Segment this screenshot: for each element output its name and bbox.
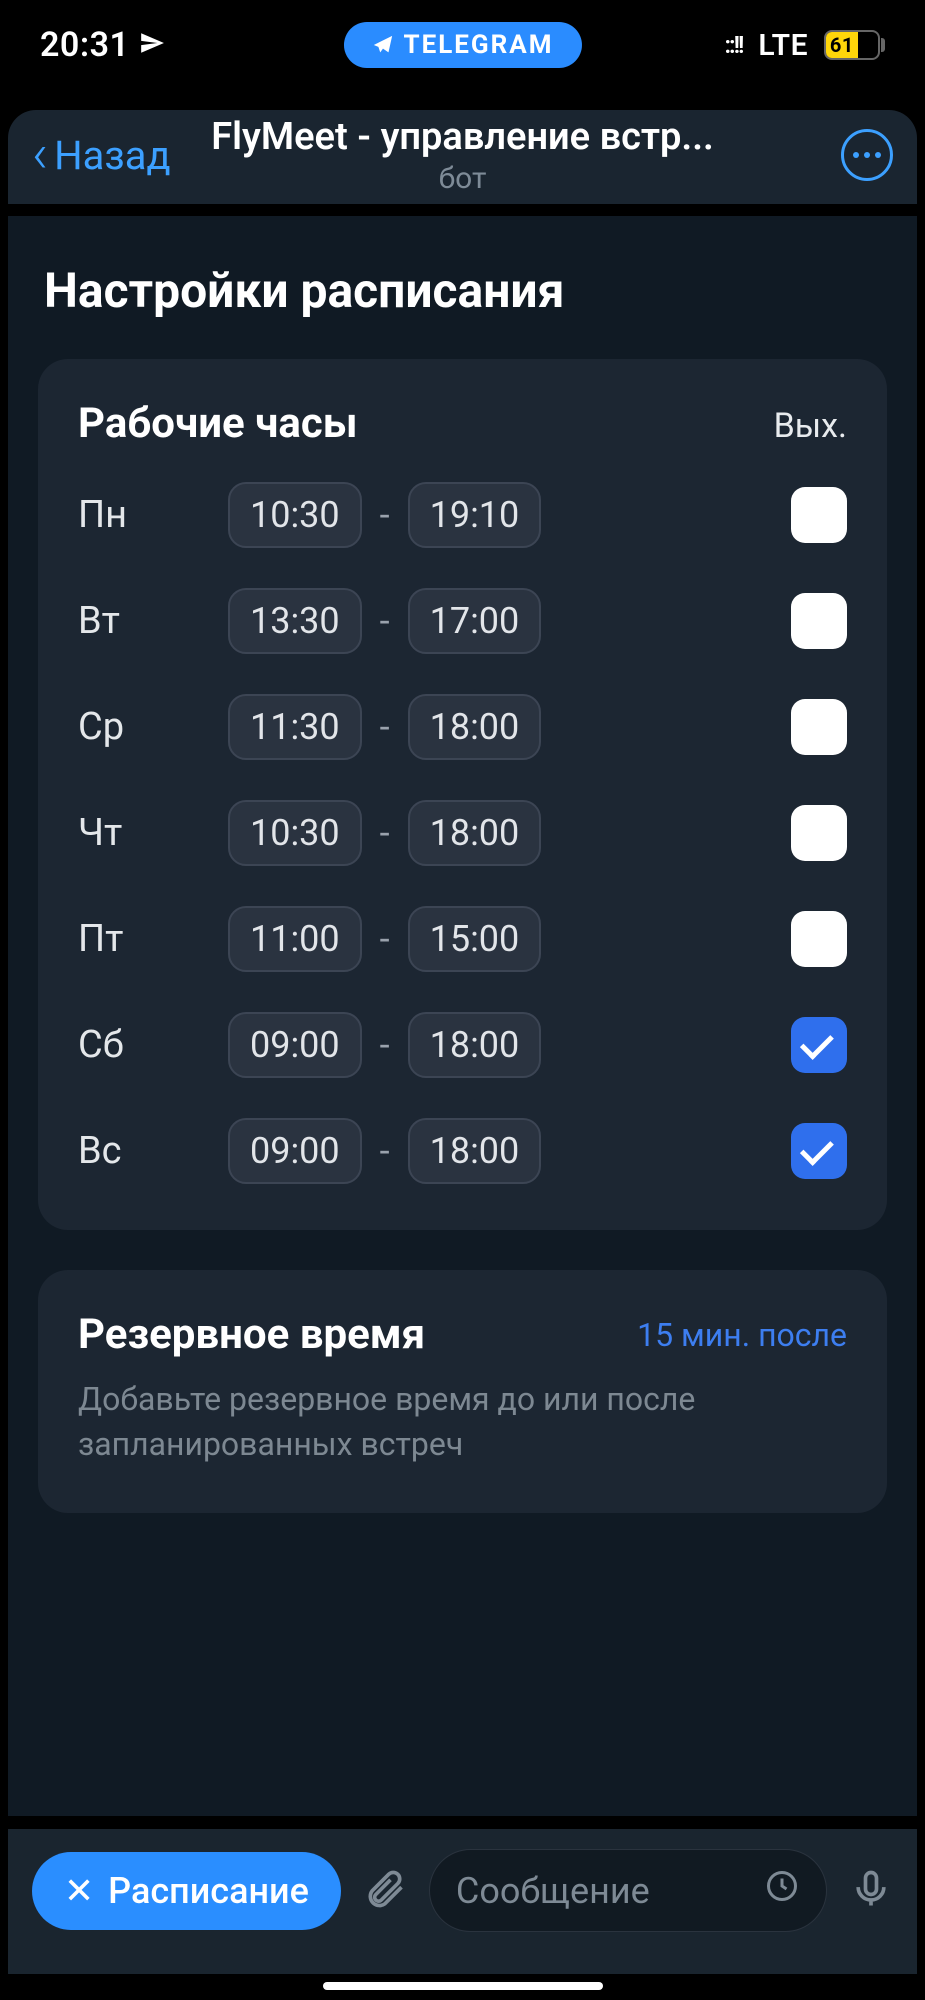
dayoff-checkbox[interactable] bbox=[791, 593, 847, 649]
status-bar: 20:31 TELEGRAM ::!! LTE 61 bbox=[0, 0, 925, 90]
telegram-icon bbox=[371, 34, 393, 56]
day-row: Пн10:30-19:10 bbox=[78, 482, 847, 548]
day-row: Вс09:00-18:00 bbox=[78, 1118, 847, 1184]
working-hours-title: Рабочие часы bbox=[78, 399, 358, 448]
battery-pct: 61 bbox=[826, 32, 858, 58]
home-indicator[interactable] bbox=[323, 1982, 603, 1990]
status-time: 20:31 bbox=[40, 25, 129, 65]
start-time-input[interactable]: 09:00 bbox=[228, 1012, 362, 1078]
time-range: 11:30-18:00 bbox=[228, 694, 541, 760]
day-row: Ср11:30-18:00 bbox=[78, 694, 847, 760]
time-range: 10:30-19:10 bbox=[228, 482, 541, 548]
time-range: 11:00-15:00 bbox=[228, 906, 541, 972]
chat-header: ‹ Назад FlyMeet - управление встр... бот bbox=[8, 110, 917, 204]
webview-content: Настройки расписания Рабочие часы Вых. П… bbox=[8, 216, 917, 1816]
back-button[interactable]: ‹ Назад bbox=[32, 128, 171, 182]
day-label: Вс bbox=[78, 1129, 228, 1173]
dayoff-column-label: Вых. bbox=[774, 406, 847, 446]
end-time-input[interactable]: 17:00 bbox=[408, 588, 542, 654]
start-time-input[interactable]: 09:00 bbox=[228, 1118, 362, 1184]
chevron-left-icon: ‹ bbox=[32, 128, 48, 182]
schedule-chip[interactable]: ✕ Расписание bbox=[32, 1852, 341, 1930]
end-time-input[interactable]: 19:10 bbox=[408, 482, 542, 548]
attach-icon[interactable] bbox=[363, 1867, 407, 1915]
chat-title: FlyMeet - управление встр... bbox=[211, 115, 714, 159]
input-bar: ✕ Расписание Сообщение bbox=[8, 1829, 917, 1974]
chat-subtitle: бот bbox=[211, 161, 714, 196]
dayoff-checkbox[interactable] bbox=[791, 1017, 847, 1073]
time-separator: - bbox=[380, 600, 390, 642]
dayoff-checkbox[interactable] bbox=[791, 699, 847, 755]
time-range: 09:00-18:00 bbox=[228, 1118, 541, 1184]
start-time-input[interactable]: 13:30 bbox=[228, 588, 362, 654]
buffer-description: Добавьте резервное время до или после за… bbox=[78, 1377, 847, 1467]
time-range: 10:30-18:00 bbox=[228, 800, 541, 866]
dayoff-checkbox[interactable] bbox=[791, 487, 847, 543]
end-time-input[interactable]: 15:00 bbox=[408, 906, 542, 972]
time-range: 09:00-18:00 bbox=[228, 1012, 541, 1078]
day-label: Пн bbox=[78, 493, 228, 537]
message-placeholder: Сообщение bbox=[456, 1870, 650, 1912]
end-time-input[interactable]: 18:00 bbox=[408, 1012, 542, 1078]
schedule-chip-label: Расписание bbox=[108, 1870, 309, 1912]
timer-icon[interactable] bbox=[764, 1868, 800, 1913]
check-icon bbox=[800, 1132, 834, 1166]
telegram-pill[interactable]: TELEGRAM bbox=[343, 22, 581, 68]
buffer-value[interactable]: 15 мин. после bbox=[637, 1316, 847, 1354]
back-label: Назад bbox=[54, 132, 171, 179]
time-separator: - bbox=[380, 494, 390, 536]
network-label: LTE bbox=[758, 28, 808, 63]
end-time-input[interactable]: 18:00 bbox=[408, 694, 542, 760]
day-label: Сб bbox=[78, 1023, 228, 1067]
start-time-input[interactable]: 10:30 bbox=[228, 482, 362, 548]
dayoff-checkbox[interactable] bbox=[791, 911, 847, 967]
end-time-input[interactable]: 18:00 bbox=[408, 800, 542, 866]
page-title: Настройки расписания bbox=[8, 262, 917, 359]
message-input[interactable]: Сообщение bbox=[429, 1849, 827, 1932]
day-row: Пт11:00-15:00 bbox=[78, 906, 847, 972]
day-row: Вт13:30-17:00 bbox=[78, 588, 847, 654]
day-label: Вт bbox=[78, 599, 228, 643]
status-time-group: 20:31 bbox=[40, 25, 165, 65]
time-separator: - bbox=[380, 918, 390, 960]
telegram-pill-label: TELEGRAM bbox=[403, 30, 553, 60]
signal-icon: ::!! bbox=[724, 31, 742, 59]
time-separator: - bbox=[380, 812, 390, 854]
mic-icon[interactable] bbox=[849, 1867, 893, 1915]
time-separator: - bbox=[380, 1130, 390, 1172]
end-time-input[interactable]: 18:00 bbox=[408, 1118, 542, 1184]
start-time-input[interactable]: 11:00 bbox=[228, 906, 362, 972]
start-time-input[interactable]: 10:30 bbox=[228, 800, 362, 866]
time-range: 13:30-17:00 bbox=[228, 588, 541, 654]
day-label: Пт bbox=[78, 917, 228, 961]
start-time-input[interactable]: 11:30 bbox=[228, 694, 362, 760]
buffer-title: Резервное время bbox=[78, 1310, 425, 1359]
buffer-card[interactable]: Резервное время 15 мин. после Добавьте р… bbox=[38, 1270, 887, 1513]
dayoff-checkbox[interactable] bbox=[791, 805, 847, 861]
more-button[interactable] bbox=[841, 129, 893, 181]
dayoff-checkbox[interactable] bbox=[791, 1123, 847, 1179]
status-right: ::!! LTE 61 bbox=[724, 28, 885, 63]
close-icon: ✕ bbox=[64, 1870, 94, 1912]
time-separator: - bbox=[380, 706, 390, 748]
day-label: Чт bbox=[78, 811, 228, 855]
battery-icon: 61 bbox=[824, 30, 885, 60]
location-icon bbox=[139, 25, 165, 65]
chat-title-wrap[interactable]: FlyMeet - управление встр... бот bbox=[211, 115, 714, 196]
day-row: Сб09:00-18:00 bbox=[78, 1012, 847, 1078]
check-icon bbox=[800, 1026, 834, 1060]
time-separator: - bbox=[380, 1024, 390, 1066]
working-hours-card: Рабочие часы Вых. Пн10:30-19:10Вт13:30-1… bbox=[38, 359, 887, 1230]
day-label: Ср bbox=[78, 705, 228, 749]
day-row: Чт10:30-18:00 bbox=[78, 800, 847, 866]
